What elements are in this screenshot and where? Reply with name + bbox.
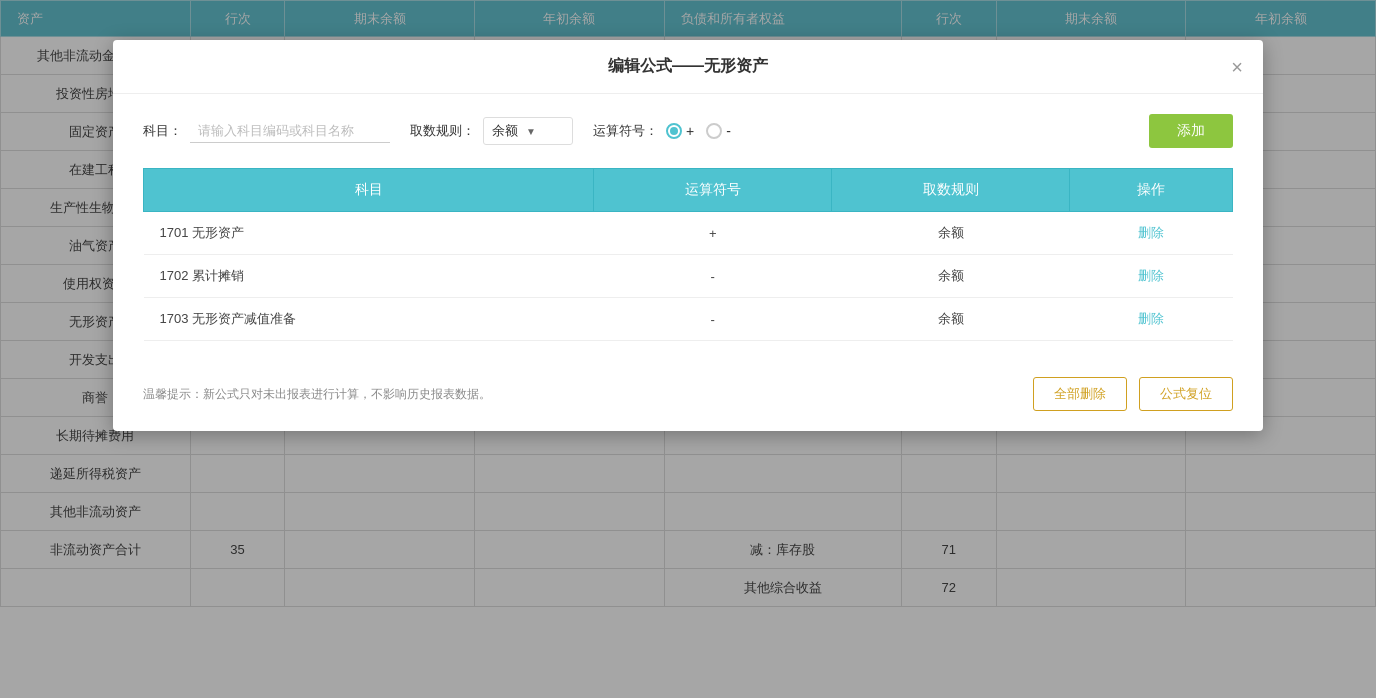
- radio-minus-circle: [706, 123, 722, 139]
- formula-col-header: 操作: [1069, 169, 1232, 212]
- formula-col-header: 科目: [144, 169, 594, 212]
- add-button[interactable]: 添加: [1149, 114, 1233, 148]
- formula-row: 1703 无形资产减值准备 - 余额 删除: [144, 298, 1233, 341]
- formula-col-header: 运算符号: [594, 169, 832, 212]
- modal-overlay: 编辑公式——无形资产 × 科目： 取数规则： 余额 ▼ 运算符号：: [0, 0, 1376, 698]
- operator-label: 运算符号：: [593, 122, 658, 140]
- dropdown-arrow-icon: ▼: [526, 126, 536, 137]
- operator-field: 运算符号： + -: [593, 122, 731, 140]
- formula-col-header: 取数规则: [832, 169, 1070, 212]
- formula-table-wrapper: 科目运算符号取数规则操作 1701 无形资产 + 余额 删除 1702 累计摊销…: [113, 168, 1263, 361]
- formula-operator: +: [594, 212, 832, 255]
- modal-header: 编辑公式——无形资产 ×: [113, 40, 1263, 94]
- delete-link[interactable]: 删除: [1138, 311, 1164, 326]
- formula-operator: -: [594, 255, 832, 298]
- delete-link[interactable]: 删除: [1138, 268, 1164, 283]
- formula-action[interactable]: 删除: [1069, 212, 1232, 255]
- form-row: 科目： 取数规则： 余额 ▼ 运算符号： +: [113, 94, 1263, 168]
- subject-label: 科目：: [143, 122, 182, 140]
- fetch-rule-label: 取数规则：: [410, 122, 475, 140]
- operator-minus-label: -: [726, 123, 731, 139]
- operator-plus-radio[interactable]: +: [666, 123, 694, 139]
- fetch-rule-field: 取数规则： 余额 ▼: [410, 117, 573, 145]
- formula-row: 1701 无形资产 + 余额 删除: [144, 212, 1233, 255]
- edit-formula-modal: 编辑公式——无形资产 × 科目： 取数规则： 余额 ▼ 运算符号：: [113, 40, 1263, 431]
- formula-fetch-rule: 余额: [832, 212, 1070, 255]
- operator-minus-radio[interactable]: -: [706, 123, 731, 139]
- delete-link[interactable]: 删除: [1138, 225, 1164, 240]
- formula-action[interactable]: 删除: [1069, 298, 1232, 341]
- formula-fetch-rule: 余额: [832, 298, 1070, 341]
- radio-plus-circle: [666, 123, 682, 139]
- formula-operator: -: [594, 298, 832, 341]
- formula-table: 科目运算符号取数规则操作 1701 无形资产 + 余额 删除 1702 累计摊销…: [143, 168, 1233, 341]
- modal-title: 编辑公式——无形资产: [608, 56, 768, 77]
- modal-footer: 温馨提示：新公式只对未出报表进行计算，不影响历史报表数据。 全部删除 公式复位: [113, 361, 1263, 431]
- modal-close-button[interactable]: ×: [1227, 57, 1247, 77]
- formula-subject: 1703 无形资产减值准备: [144, 298, 594, 341]
- fetch-rule-select[interactable]: 余额 ▼: [483, 117, 573, 145]
- formula-fetch-rule: 余额: [832, 255, 1070, 298]
- fetch-rule-value: 余额: [492, 122, 518, 140]
- operator-radio-group: + -: [666, 123, 731, 139]
- footer-buttons: 全部删除 公式复位: [1033, 377, 1233, 411]
- formula-subject: 1702 累计摊销: [144, 255, 594, 298]
- delete-all-button[interactable]: 全部删除: [1033, 377, 1127, 411]
- formula-subject: 1701 无形资产: [144, 212, 594, 255]
- subject-field: 科目：: [143, 119, 390, 143]
- subject-input[interactable]: [190, 119, 390, 143]
- formula-action[interactable]: 删除: [1069, 255, 1232, 298]
- formula-row: 1702 累计摊销 - 余额 删除: [144, 255, 1233, 298]
- formula-reset-button[interactable]: 公式复位: [1139, 377, 1233, 411]
- operator-plus-label: +: [686, 123, 694, 139]
- footer-tip: 温馨提示：新公式只对未出报表进行计算，不影响历史报表数据。: [143, 386, 491, 403]
